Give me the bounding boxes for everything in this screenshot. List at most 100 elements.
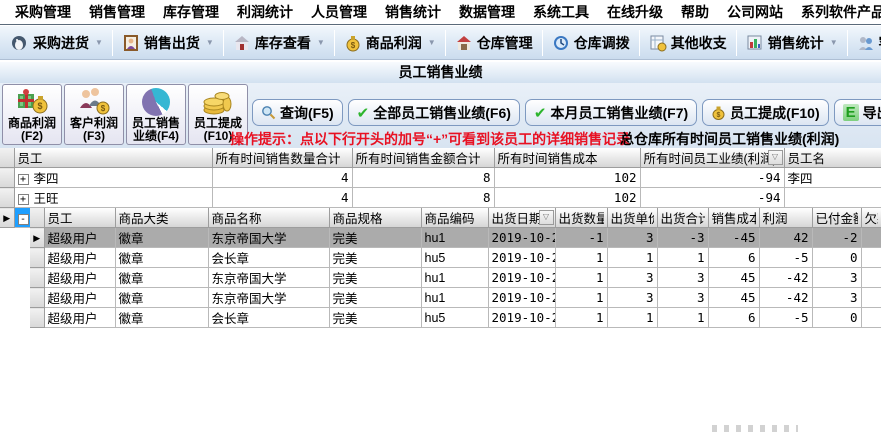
toolbar-warehouse-manage-button[interactable]: 仓库管理: [450, 29, 538, 57]
customers-moneybag-icon: $: [77, 87, 111, 117]
expand-plus-icon[interactable]: +: [17, 194, 29, 206]
col-header-amount-total[interactable]: 所有时间销售金额合计: [352, 148, 495, 168]
col-header-paid[interactable]: 已付金额: [812, 208, 862, 228]
export-excel-button[interactable]: E 导出EXCEL(F8): [833, 99, 881, 126]
col-header-employee[interactable]: 员工: [14, 148, 213, 168]
col-header-profit[interactable]: 利润: [759, 208, 813, 228]
toolbar-sales-stats-button[interactable]: 销售统计 ▼: [741, 29, 843, 57]
toolbar-stock-view-button[interactable]: 库存查看 ▼: [228, 29, 330, 57]
toolbar-separator: [541, 29, 543, 56]
chevron-down-icon[interactable]: ▼: [206, 38, 214, 47]
sales-out-icon: [123, 34, 138, 51]
toolbar-customer-manage-button[interactable]: 客户管理 ▼: [852, 29, 881, 57]
col-header-owed[interactable]: 欠款: [861, 208, 881, 228]
outer-header-row: 员工 所有时间销售数量合计 所有时间销售金额合计 所有时间销售成本 所有时间员工…: [0, 148, 881, 168]
row-indicator-header: [30, 208, 45, 228]
collapse-minus-icon[interactable]: -: [17, 214, 29, 226]
toolbar-separator: [846, 29, 848, 56]
watermark-fragment: [712, 425, 798, 432]
row-indicator: ▶: [0, 207, 15, 228]
query-button[interactable]: 查询(F5): [252, 99, 343, 126]
toolbar-separator: [333, 29, 335, 56]
employee-row[interactable]: + 李四 4 8 102 -94 李四: [0, 167, 881, 188]
toolbar-purchase-in-button[interactable]: 采购进货 ▼: [6, 29, 108, 57]
menu-profit-stats[interactable]: 利润统计: [228, 2, 302, 22]
menu-system-tools[interactable]: 系统工具: [524, 2, 598, 22]
purchase-in-icon: [12, 35, 26, 50]
money-bag-icon: $: [712, 106, 725, 120]
menu-inventory[interactable]: 库存管理: [154, 2, 228, 22]
row-indicator: [30, 247, 45, 268]
check-icon: ✔: [533, 104, 547, 122]
row-indicator: ▶: [30, 227, 45, 248]
menu-personnel[interactable]: 人员管理: [302, 2, 376, 22]
chart-icon: [747, 35, 762, 49]
detail-row[interactable]: 超级用户 徽章 会长章 完美 hu5 2019-10-21 1 1 1 6 -5…: [30, 247, 881, 268]
svg-text:$: $: [101, 104, 106, 113]
sales-detail-table: 员工 商品大类 商品名称 商品规格 商品编码 出货日期▽ 出货数量 出货单价 出…: [30, 208, 881, 328]
menu-help[interactable]: 帮助: [672, 2, 718, 22]
menu-data[interactable]: 数据管理: [450, 2, 524, 22]
menu-sales[interactable]: 销售管理: [80, 2, 154, 22]
menu-sales-stats[interactable]: 销售统计: [376, 2, 450, 22]
hint-row: 操作提示：点以下行开头的加号“+”可看到该员工的详细销售记录 总仓库所有时间员工…: [0, 129, 881, 147]
col-header-ship-qty[interactable]: 出货数量: [555, 208, 608, 228]
inner-header-row: 员工 商品大类 商品名称 商品规格 商品编码 出货日期▽ 出货数量 出货单价 出…: [30, 208, 881, 228]
svg-text:$: $: [37, 101, 42, 111]
col-header-category[interactable]: 商品大类: [115, 208, 209, 228]
row-indicator: [30, 267, 45, 288]
toolbar-other-income-button[interactable]: 其他收支: [644, 29, 732, 57]
col-header-performance[interactable]: 所有时间员工业绩(利润) ▽: [640, 148, 785, 168]
row-indicator: [0, 167, 15, 188]
chevron-down-icon[interactable]: ▼: [95, 38, 103, 47]
row-indicator-header: [0, 148, 15, 168]
menu-online-upgrade[interactable]: 在线升级: [598, 2, 672, 22]
svg-text:$: $: [351, 41, 356, 50]
filter-icon[interactable]: ▽: [767, 150, 783, 165]
toolbar-sales-out-button[interactable]: 销售出货 ▼: [117, 29, 219, 57]
row-indicator: [0, 187, 15, 208]
col-header-employee-name[interactable]: 员工名: [784, 148, 881, 168]
col-header-ship-total[interactable]: 出货合计: [657, 208, 709, 228]
detail-row-selected[interactable]: ▶ 超级用户 徽章 东京帝国大学 完美 hu1 2019-10-21 -1 3 …: [30, 227, 881, 248]
toolbar-product-profit-button[interactable]: $ 商品利润 ▼: [339, 29, 441, 57]
svg-text:$: $: [717, 112, 721, 119]
all-employee-sales-button[interactable]: ✔ 全部员工销售业绩(F6): [347, 99, 520, 126]
summary-label: 总仓库所有时间员工销售业绩(利润): [620, 131, 840, 147]
toolbar: 采购进货 ▼ 销售出货 ▼ 库存查看 ▼ $ 商品利润 ▼ 仓库管理 仓库调拨 …: [0, 26, 881, 60]
employee-row[interactable]: + 王旺 4 8 102 -94: [0, 187, 881, 208]
ledger-icon: [650, 35, 667, 51]
toolbar-separator: [222, 29, 224, 56]
toolbar-warehouse-transfer-button[interactable]: 仓库调拨: [547, 29, 635, 57]
col-header-cost-total[interactable]: 所有时间销售成本: [494, 148, 641, 168]
excel-icon: E: [842, 104, 859, 121]
expand-plus-icon[interactable]: +: [17, 174, 29, 186]
row-indicator: [30, 307, 45, 328]
gold-coins-icon: [201, 87, 235, 117]
col-header-unit-price[interactable]: 出货单价: [607, 208, 658, 228]
chevron-down-icon[interactable]: ▼: [830, 38, 838, 47]
current-row-arrow-icon: ▶: [33, 233, 41, 243]
row-indicator: [30, 287, 45, 308]
menu-product-series[interactable]: 系列软件产品: [792, 2, 881, 22]
menu-company-site[interactable]: 公司网站: [718, 2, 792, 22]
button-panel: $ 商品利润 (F2) $ 客户利润 (F3) 员工销售 业绩(F4) 员工提成…: [0, 83, 881, 148]
month-employee-sales-button[interactable]: ✔ 本月员工销售业绩(F7): [524, 99, 698, 126]
col-header-cost[interactable]: 销售成本: [708, 208, 760, 228]
menu-purchase[interactable]: 采购管理: [6, 2, 80, 22]
warehouse-icon: [456, 35, 471, 50]
stock-view-icon: [234, 35, 249, 50]
filter-icon[interactable]: ▽: [538, 210, 554, 225]
detail-row[interactable]: 超级用户 徽章 东京帝国大学 完美 hu1 2019-10-21 1 3 3 4…: [30, 287, 881, 308]
col-header-product-name[interactable]: 商品名称: [208, 208, 330, 228]
col-header-spec[interactable]: 商品规格: [329, 208, 422, 228]
col-header-ship-date[interactable]: 出货日期 ▽: [488, 208, 556, 228]
chevron-down-icon[interactable]: ▼: [428, 38, 436, 47]
col-header-product-code[interactable]: 商品编码: [421, 208, 489, 228]
detail-row[interactable]: 超级用户 徽章 东京帝国大学 完美 hu1 2019-10-21 1 3 3 4…: [30, 267, 881, 288]
col-header-employee[interactable]: 员工: [44, 208, 116, 228]
employee-commission-button[interactable]: $ 员工提成(F10): [702, 99, 829, 126]
col-header-qty-total[interactable]: 所有时间销售数量合计: [212, 148, 353, 168]
chevron-down-icon[interactable]: ▼: [317, 38, 325, 47]
detail-row[interactable]: 超级用户 徽章 会长章 完美 hu5 2019-10-21 1 1 1 6 -5…: [30, 307, 881, 328]
